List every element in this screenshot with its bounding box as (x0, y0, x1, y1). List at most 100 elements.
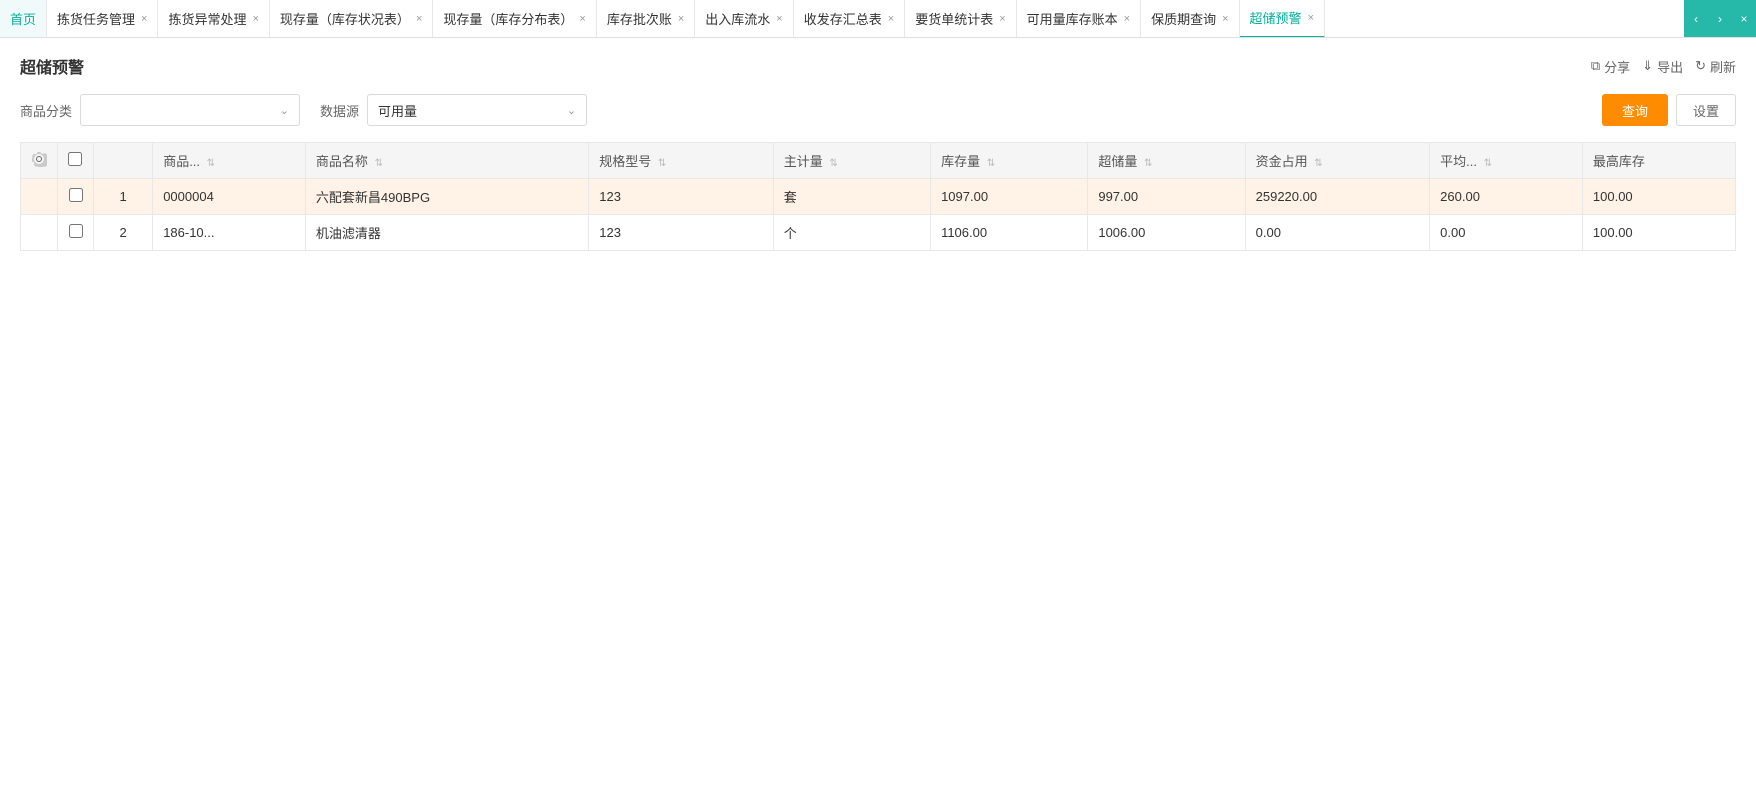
nav-tab-stock-status-close[interactable]: × (416, 13, 422, 25)
row-spec: 123 (589, 215, 774, 251)
nav-tab-batch-label: 库存批次账 (607, 9, 672, 28)
th-overstock[interactable]: 超储量 ⇅ (1088, 143, 1245, 179)
nav-tab-available-close[interactable]: × (1124, 13, 1130, 25)
nav-tab-home[interactable]: 首页 (0, 0, 47, 38)
row-max-stock: 100.00 (1582, 215, 1735, 251)
row-gear-cell (21, 215, 58, 251)
datasource-select-value: 可用量 (378, 101, 417, 120)
th-stock-label: 库存量 (941, 154, 980, 169)
refresh-label: 刷新 (1710, 57, 1736, 76)
page-title: 超储预警 (20, 54, 84, 78)
th-capital-label: 资金占用 (1256, 154, 1308, 169)
table-body: 1 0000004 六配套新昌490BPG 123 套 1097.00 997.… (21, 179, 1736, 251)
nav-arrows: ‹ › × (1684, 0, 1756, 38)
nav-arrow-right[interactable]: › (1708, 0, 1732, 38)
filter-category: 商品分类 ⌄ (20, 94, 300, 126)
th-stock[interactable]: 库存量 ⇅ (931, 143, 1088, 179)
row-spec: 123 (589, 179, 774, 215)
row-avg: 260.00 (1430, 179, 1583, 215)
settings-button[interactable]: 设置 (1676, 94, 1736, 126)
category-select[interactable]: ⌄ (80, 94, 300, 126)
th-code[interactable]: 商品... ⇅ (153, 143, 306, 179)
nav-tab-requisition[interactable]: 要货单统计表 × (905, 0, 1016, 38)
nav-tab-stock-dist-label: 现存量（库存分布表） (443, 9, 573, 28)
share-button[interactable]: ⧉ 分享 (1591, 57, 1630, 76)
nav-tab-exception-close[interactable]: × (252, 13, 258, 25)
row-gear-cell (21, 179, 58, 215)
row-code: 0000004 (153, 179, 306, 215)
row-checkbox-1[interactable] (69, 224, 83, 238)
row-stock: 1106.00 (931, 215, 1088, 251)
filter-datasource: 数据源 可用量 ⌄ (320, 94, 587, 126)
th-capital-sort-icon: ⇅ (1314, 158, 1322, 169)
row-avg: 0.00 (1430, 215, 1583, 251)
filter-row: 商品分类 ⌄ 数据源 可用量 ⌄ 查询 设置 (20, 94, 1736, 126)
nav-tab-batch[interactable]: 库存批次账 × (597, 0, 695, 38)
row-name: 机油滤清器 (305, 215, 588, 251)
select-all-checkbox[interactable] (68, 152, 82, 166)
gear-icon (31, 151, 47, 167)
th-unit-sort-icon: ⇅ (829, 158, 837, 169)
nav-tab-overstock-close[interactable]: × (1308, 12, 1314, 24)
page-content: 超储预警 ⧉ 分享 ⇓ 导出 ↻ 刷新 商品分类 ⌄ 数据源 (0, 38, 1756, 800)
nav-tab-exception[interactable]: 拣货异常处理 × (158, 0, 269, 38)
nav-arrow-close[interactable]: × (1732, 0, 1756, 38)
filter-actions: 查询 设置 (1602, 94, 1736, 126)
nav-tab-overstock-label: 超储预警 (1250, 8, 1302, 27)
nav-tab-summary-label: 收发存汇总表 (804, 9, 882, 28)
page-header: 超储预警 ⧉ 分享 ⇓ 导出 ↻ 刷新 (20, 54, 1736, 78)
row-checkbox-0[interactable] (69, 188, 83, 202)
nav-tab-requisition-label: 要货单统计表 (915, 9, 993, 28)
nav-tab-home-label: 首页 (10, 9, 36, 28)
th-overstock-sort-icon: ⇅ (1144, 158, 1152, 169)
row-stock: 1097.00 (931, 179, 1088, 215)
th-spec-sort-icon: ⇅ (658, 158, 666, 169)
row-code: 186-10... (153, 215, 306, 251)
nav-tab-task-mgmt-close[interactable]: × (141, 13, 147, 25)
th-spec[interactable]: 规格型号 ⇅ (589, 143, 774, 179)
th-unit-label: 主计量 (784, 154, 823, 169)
nav-tab-expiry[interactable]: 保质期查询 × (1141, 0, 1239, 38)
share-icon: ⧉ (1591, 58, 1600, 74)
row-checkbox-cell[interactable] (58, 179, 94, 215)
th-checkbox[interactable] (58, 143, 94, 179)
th-gear[interactable] (21, 143, 58, 179)
nav-tab-flow-close[interactable]: × (776, 13, 782, 25)
nav-tab-exception-label: 拣货异常处理 (168, 9, 246, 28)
th-capital[interactable]: 资金占用 ⇅ (1245, 143, 1430, 179)
nav-tab-stock-dist-close[interactable]: × (579, 13, 585, 25)
row-name: 六配套新昌490BPG (305, 179, 588, 215)
th-name[interactable]: 商品名称 ⇅ (305, 143, 588, 179)
nav-tab-summary[interactable]: 收发存汇总表 × (794, 0, 905, 38)
th-unit[interactable]: 主计量 ⇅ (773, 143, 930, 179)
nav-tab-overstock[interactable]: 超储预警 × (1240, 0, 1325, 38)
export-icon: ⇓ (1642, 58, 1653, 74)
nav-tab-expiry-label: 保质期查询 (1151, 9, 1216, 28)
refresh-button[interactable]: ↻ 刷新 (1695, 57, 1736, 76)
category-label: 商品分类 (20, 101, 72, 120)
row-index: 2 (94, 215, 153, 251)
th-stock-sort-icon: ⇅ (987, 158, 995, 169)
nav-tab-task-mgmt[interactable]: 拣货任务管理 × (47, 0, 158, 38)
row-checkbox-cell[interactable] (58, 215, 94, 251)
nav-tab-batch-close[interactable]: × (678, 13, 684, 25)
datasource-label: 数据源 (320, 101, 359, 120)
nav-tab-summary-close[interactable]: × (888, 13, 894, 25)
export-button[interactable]: ⇓ 导出 (1642, 57, 1683, 76)
query-button[interactable]: 查询 (1602, 94, 1668, 126)
nav-tab-available[interactable]: 可用量库存账本 × (1017, 0, 1141, 38)
row-index: 1 (94, 179, 153, 215)
th-avg[interactable]: 平均... ⇅ (1430, 143, 1583, 179)
row-overstock: 1006.00 (1088, 215, 1245, 251)
nav-tab-stock-status[interactable]: 现存量（库存状况表） × (270, 0, 433, 38)
row-capital: 0.00 (1245, 215, 1430, 251)
nav-tab-stock-dist[interactable]: 现存量（库存分布表） × (433, 0, 596, 38)
nav-tab-expiry-close[interactable]: × (1222, 13, 1228, 25)
datasource-select[interactable]: 可用量 ⌄ (367, 94, 587, 126)
nav-tab-requisition-close[interactable]: × (999, 13, 1005, 25)
th-name-label: 商品名称 (316, 154, 368, 169)
nav-tab-flow[interactable]: 出入库流水 × (695, 0, 793, 38)
th-max-stock-label: 最高库存 (1593, 154, 1645, 169)
nav-tab-stock-status-label: 现存量（库存状况表） (280, 9, 410, 28)
nav-arrow-left[interactable]: ‹ (1684, 0, 1708, 38)
